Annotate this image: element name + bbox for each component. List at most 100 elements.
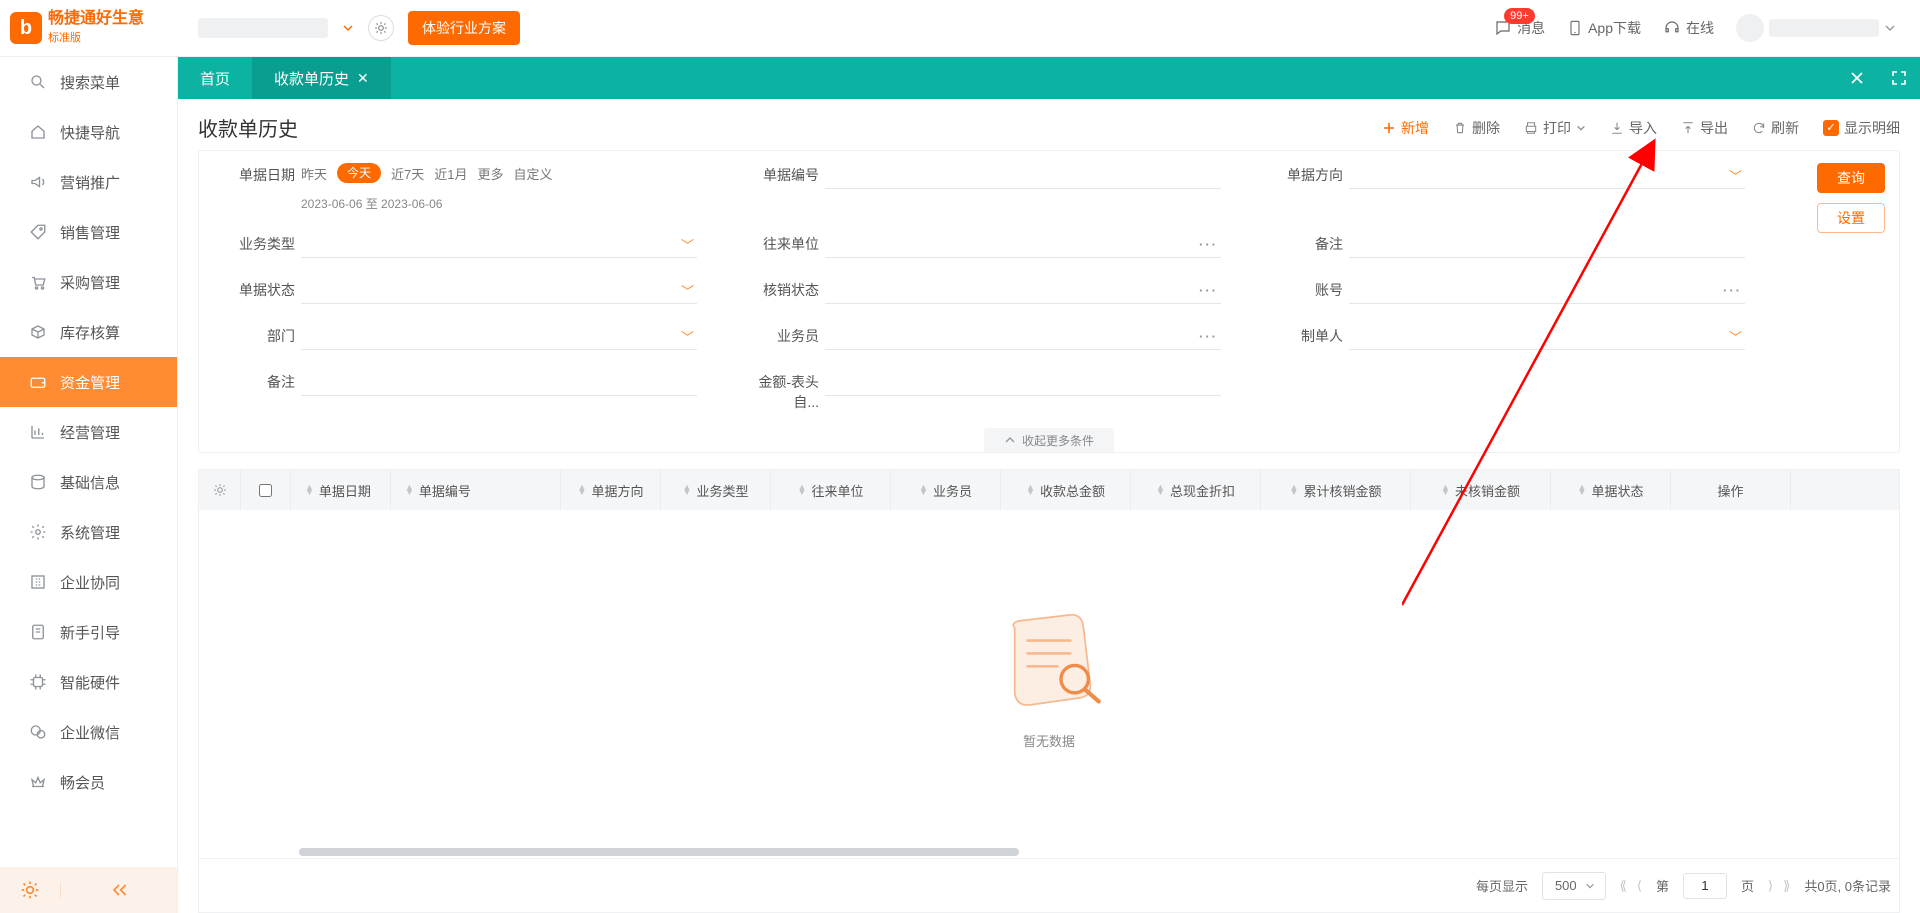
tab-home[interactable]: 首页: [178, 57, 252, 99]
tab-receipt-history[interactable]: 收款单历史 ✕: [252, 57, 391, 99]
filter-verify-status[interactable]: ···: [825, 278, 1221, 304]
select-all-checkbox[interactable]: [259, 484, 272, 497]
per-page-select[interactable]: 500: [1542, 872, 1606, 900]
sidebar-item-tag[interactable]: 销售管理: [0, 207, 177, 257]
sort-icon: ▲▼: [683, 485, 692, 495]
query-button[interactable]: 查询: [1817, 163, 1885, 193]
th-1[interactable]: ▲▼单据编号: [391, 470, 561, 510]
show-detail-toggle[interactable]: ✓ 显示明细: [1823, 118, 1900, 138]
date-custom[interactable]: 自定义: [514, 164, 553, 183]
th-0[interactable]: ▲▼单据日期: [291, 470, 391, 510]
sidebar-item-box[interactable]: 库存核算: [0, 307, 177, 357]
sidebar-item-speaker[interactable]: 营销推广: [0, 157, 177, 207]
filter-biz-type[interactable]: ﹀: [301, 232, 697, 258]
next-page-button[interactable]: ⟩: [1768, 878, 1773, 894]
sidebar-item-gear[interactable]: 系统管理: [0, 507, 177, 557]
chip-icon: [28, 673, 48, 691]
org-settings-button[interactable]: [368, 15, 394, 41]
user-menu[interactable]: [1736, 14, 1896, 42]
export-button[interactable]: 导出: [1681, 118, 1728, 138]
sidebar-item-home[interactable]: 快捷导航: [0, 107, 177, 157]
org-selector[interactable]: [198, 15, 394, 41]
prev-page-button[interactable]: ⟨: [1637, 878, 1642, 894]
sidebar-item-guide[interactable]: 新手引导: [0, 607, 177, 657]
user-name-placeholder: [1769, 19, 1879, 37]
filter-dept[interactable]: ﹀: [301, 324, 697, 350]
online-label: 在线: [1686, 18, 1714, 38]
filter-bill-date[interactable]: 昨天 今天 近7天 近1月 更多 自定义 2023-06-06 至 2023-0…: [301, 163, 697, 212]
date-more[interactable]: 更多: [478, 164, 504, 183]
th-8[interactable]: ▲▼累计核销金额: [1261, 470, 1411, 510]
app-download-button[interactable]: App下载: [1567, 18, 1641, 38]
filter-label-remark: 备注: [1261, 232, 1343, 254]
date-1m[interactable]: 近1月: [434, 164, 467, 183]
th-label: 操作: [1717, 481, 1743, 500]
import-button[interactable]: 导入: [1610, 118, 1657, 138]
collapse-filters-button[interactable]: 收起更多条件: [984, 428, 1114, 452]
sidebar-item-chart[interactable]: 经营管理: [0, 407, 177, 457]
delete-button[interactable]: 删除: [1453, 118, 1500, 138]
date-7d[interactable]: 近7天: [391, 164, 424, 183]
chevron-down-icon: [342, 22, 354, 34]
th-3[interactable]: ▲▼业务类型: [661, 470, 771, 510]
gear-icon[interactable]: [213, 483, 227, 497]
sidebar-item-cart[interactable]: 采购管理: [0, 257, 177, 307]
avatar: [1736, 14, 1764, 42]
filter-bill-no[interactable]: [825, 163, 1221, 189]
sort-icon: ▲▼: [1290, 485, 1299, 495]
th-10[interactable]: ▲▼单据状态: [1551, 470, 1671, 510]
filter-remark2[interactable]: [301, 370, 697, 396]
sidebar-footer: [0, 867, 177, 913]
sidebar-item-wechat[interactable]: 企业微信: [0, 707, 177, 757]
filter-partner[interactable]: ···: [825, 232, 1221, 258]
th-label: 单据日期: [319, 481, 371, 500]
filter-maker[interactable]: ﹀: [1349, 324, 1745, 350]
filter-label-bill-no: 单据编号: [737, 163, 819, 185]
show-detail-label: 显示明细: [1844, 118, 1900, 138]
th-5[interactable]: ▲▼业务员: [891, 470, 1001, 510]
filter-remark[interactable]: [1349, 232, 1745, 258]
sort-icon: ▲▼: [1578, 485, 1587, 495]
date-yesterday[interactable]: 昨天: [301, 164, 327, 183]
sidebar-collapse-button[interactable]: [60, 882, 177, 898]
sidebar-item-chip[interactable]: 智能硬件: [0, 657, 177, 707]
sidebar-item-vip[interactable]: 畅会员: [0, 757, 177, 807]
first-page-button[interactable]: ⟪: [1620, 878, 1627, 894]
close-icon[interactable]: ✕: [357, 70, 369, 87]
tab-fullscreen-button[interactable]: [1878, 57, 1920, 99]
print-button[interactable]: 打印: [1524, 118, 1586, 138]
th-9[interactable]: ▲▼未核销金额: [1411, 470, 1551, 510]
import-label: 导入: [1629, 118, 1657, 138]
sidebar-item-wallet[interactable]: 资金管理: [0, 357, 177, 407]
th-label: 单据方向: [591, 481, 643, 500]
filter-bill-status[interactable]: ﹀: [301, 278, 697, 304]
horizontal-scrollbar[interactable]: [199, 846, 1899, 858]
online-support-button[interactable]: 在线: [1663, 18, 1714, 38]
filter-settings-button[interactable]: 设置: [1817, 203, 1885, 233]
logo[interactable]: b 畅捷通好生意 标准版: [10, 11, 180, 45]
filter-account[interactable]: ···: [1349, 278, 1745, 304]
date-today[interactable]: 今天: [337, 163, 381, 183]
try-industry-button[interactable]: 体验行业方案: [408, 11, 520, 45]
scrollbar-thumb[interactable]: [299, 848, 1019, 856]
refresh-button[interactable]: 刷新: [1752, 118, 1799, 138]
th-4[interactable]: ▲▼往来单位: [771, 470, 891, 510]
last-page-button[interactable]: ⟫: [1783, 878, 1790, 894]
page-total-text: 共0页, 0条记录: [1804, 876, 1891, 895]
messages-button[interactable]: 99+ 消息: [1494, 18, 1545, 38]
tab-close-all-button[interactable]: [1836, 57, 1878, 99]
th-7[interactable]: ▲▼总现金折扣: [1131, 470, 1261, 510]
sidebar-settings-button[interactable]: [0, 880, 60, 900]
page-input[interactable]: [1683, 873, 1727, 899]
th-6[interactable]: ▲▼收款总金额: [1001, 470, 1131, 510]
th-2[interactable]: ▲▼单据方向: [561, 470, 661, 510]
filter-clerk[interactable]: ···: [825, 324, 1221, 350]
sidebar-item-company[interactable]: 企业协同: [0, 557, 177, 607]
th-11[interactable]: 操作: [1671, 470, 1791, 510]
add-button[interactable]: 新增: [1382, 118, 1429, 138]
sidebar-item-db[interactable]: 基础信息: [0, 457, 177, 507]
filter-direction[interactable]: ﹀: [1349, 163, 1745, 189]
sidebar-item-search[interactable]: 搜索菜单: [0, 57, 177, 107]
filter-amount-header[interactable]: [825, 370, 1221, 396]
gear-icon: [20, 880, 40, 900]
